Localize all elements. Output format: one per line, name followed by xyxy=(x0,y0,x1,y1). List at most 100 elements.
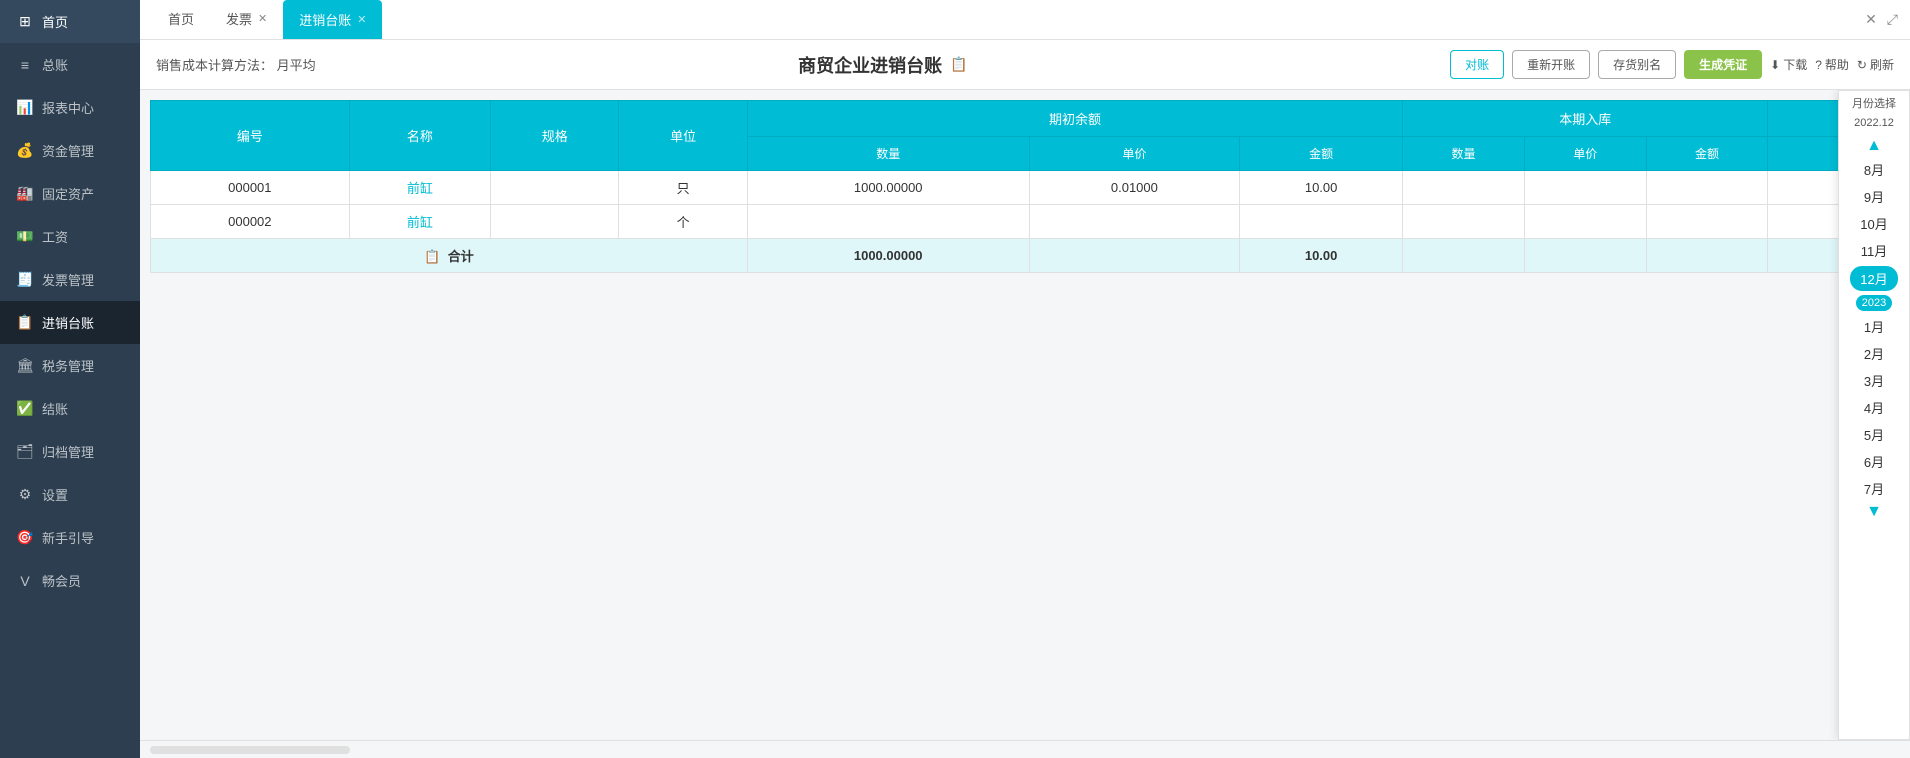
month-item-10[interactable]: 10月 xyxy=(1839,210,1909,237)
cell-ob-price: 0.01000 xyxy=(1029,171,1240,205)
total-ob-qty: 1000.00000 xyxy=(747,239,1029,273)
total-ob-amount: 10.00 xyxy=(1240,239,1403,273)
sidebar-item-label: 工资 xyxy=(42,227,68,246)
purchase-sales-icon: 📋 xyxy=(16,314,34,331)
table-row: 000001 前缸 只 1000.00000 0.01000 10.00 xyxy=(151,171,1900,205)
total-label: 📋 合计 xyxy=(151,239,748,273)
cell-ob-qty xyxy=(747,205,1029,239)
archive-icon: 🗂 xyxy=(16,443,34,460)
scrollbar-area xyxy=(140,740,1910,758)
sidebar-item-home[interactable]: ⊞ 首页 xyxy=(0,0,140,43)
month-item-2[interactable]: 2月 xyxy=(1839,340,1909,367)
page-title-icon[interactable]: 📋 xyxy=(950,56,967,73)
sidebar-item-settings[interactable]: ⚙ 设置 xyxy=(0,473,140,516)
sidebar-item-label: 归档管理 xyxy=(42,442,94,461)
sidebar-item-label: 设置 xyxy=(42,485,68,504)
tab-invoice[interactable]: 发票 ✕ xyxy=(210,0,283,39)
col-header-name: 名称 xyxy=(349,101,490,171)
month-item-12[interactable]: 12月 xyxy=(1850,266,1897,291)
col-sub-ob-qty: 数量 xyxy=(747,137,1029,171)
month-nav-up[interactable]: ▲ xyxy=(1864,136,1884,156)
membership-icon: V xyxy=(16,573,34,589)
assets-icon: 🏭 xyxy=(16,185,34,202)
cell-ob-price xyxy=(1029,205,1240,239)
cell-code: 000002 xyxy=(151,205,350,239)
salary-icon: 💵 xyxy=(16,228,34,245)
main-content: 首页 发票 ✕ 进销台账 ✕ ✕ ⤢ 销售成本计算方法： 月平均 商贸企业进销台… xyxy=(140,0,1910,758)
table-wrapper: 编号 名称 规格 单位 期初余额 本期入库 数量 单价 金额 数量 xyxy=(140,90,1910,740)
col-sub-ob-price: 单价 xyxy=(1029,137,1240,171)
col-header-code: 编号 xyxy=(151,101,350,171)
settings-icon: ⚙ xyxy=(16,486,34,503)
save-alias-button[interactable]: 存货别名 xyxy=(1598,50,1676,79)
cell-unit: 个 xyxy=(619,205,747,239)
cost-method-value: 月平均 xyxy=(277,58,316,73)
cell-name[interactable]: 前缸 xyxy=(349,171,490,205)
sidebar-item-closing[interactable]: ✅ 结账 xyxy=(0,387,140,430)
tab-invoice-close[interactable]: ✕ xyxy=(258,12,267,25)
generate-voucher-button[interactable]: 生成凭证 xyxy=(1684,50,1762,79)
cell-ob-amount: 10.00 xyxy=(1240,171,1403,205)
sidebar-item-fund-management[interactable]: 💰 资金管理 xyxy=(0,129,140,172)
total-ci-amount xyxy=(1646,239,1768,273)
cell-name[interactable]: 前缸 xyxy=(349,205,490,239)
sidebar-item-archive-management[interactable]: 🗂 归档管理 xyxy=(0,430,140,473)
page-title-area: 商贸企业进销台账 📋 xyxy=(798,52,967,78)
sidebar-item-salary[interactable]: 💵 工资 xyxy=(0,215,140,258)
cell-ci-price xyxy=(1524,171,1646,205)
month-item-8[interactable]: 8月 xyxy=(1839,156,1909,183)
cost-method: 销售成本计算方法： 月平均 xyxy=(156,55,316,74)
window-maximize-button[interactable]: ⤢ xyxy=(1887,11,1898,28)
tab-purchase-sales-ledger[interactable]: 进销台账 ✕ xyxy=(283,0,382,39)
invoice-icon: 🧾 xyxy=(16,271,34,288)
window-close-button[interactable]: ✕ xyxy=(1865,11,1877,28)
sidebar-item-general-ledger[interactable]: ≡ 总账 xyxy=(0,43,140,86)
col-sub-ob-amount: 金额 xyxy=(1240,137,1403,171)
sidebar-item-purchase-sales[interactable]: 📋 进销台账 xyxy=(0,301,140,344)
toolbar: 对账 重新开账 存货别名 生成凭证 ⬇ 下载 ? 帮助 ↻ 刷新 xyxy=(1450,50,1894,79)
total-row: 📋 合计 1000.00000 10.00 xyxy=(151,239,1900,273)
month-item-7[interactable]: 7月 xyxy=(1839,475,1909,502)
ledger-icon: ≡ xyxy=(16,57,34,73)
month-item-1[interactable]: 1月 xyxy=(1839,313,1909,340)
refresh-button[interactable]: ↻ 刷新 xyxy=(1857,56,1894,73)
cell-ci-qty xyxy=(1403,171,1525,205)
reconcile-button[interactable]: 对账 xyxy=(1450,50,1504,79)
cell-unit: 只 xyxy=(619,171,747,205)
sidebar-item-report-center[interactable]: 📊 报表中心 xyxy=(0,86,140,129)
download-button[interactable]: ⬇ 下载 xyxy=(1770,56,1807,73)
sidebar-item-tax-management[interactable]: 🏛 税务管理 xyxy=(0,344,140,387)
month-item-4[interactable]: 4月 xyxy=(1839,394,1909,421)
horizontal-scrollbar[interactable] xyxy=(150,746,350,754)
sidebar-item-fixed-assets[interactable]: 🏭 固定资产 xyxy=(0,172,140,215)
cost-method-label: 销售成本计算方法： xyxy=(156,58,273,73)
month-item-3[interactable]: 3月 xyxy=(1839,367,1909,394)
sidebar-item-label: 报表中心 xyxy=(42,98,94,117)
month-panel-year: 2022.12 xyxy=(1850,116,1898,131)
month-item-5[interactable]: 5月 xyxy=(1839,421,1909,448)
year-2023-badge: 2023 xyxy=(1856,295,1892,311)
sidebar-item-label: 新手引导 xyxy=(42,528,94,547)
month-nav-down[interactable]: ▼ xyxy=(1864,502,1884,522)
month-item-9[interactable]: 9月 xyxy=(1839,183,1909,210)
month-panel: 月份选择 2022.12 ▲ 8月 9月 10月 11月 12月 2023 1月… xyxy=(1838,90,1910,740)
help-button[interactable]: ? 帮助 xyxy=(1815,56,1849,73)
month-item-6[interactable]: 6月 xyxy=(1839,448,1909,475)
sidebar-item-membership[interactable]: V 畅会员 xyxy=(0,559,140,602)
reopen-button[interactable]: 重新开账 xyxy=(1512,50,1590,79)
sidebar-item-label: 固定资产 xyxy=(42,184,94,203)
total-ci-qty xyxy=(1403,239,1525,273)
col-sub-ci-price: 单价 xyxy=(1524,137,1646,171)
tab-purchase-sales-close[interactable]: ✕ xyxy=(357,13,366,26)
month-item-11[interactable]: 11月 xyxy=(1839,237,1909,264)
tab-home[interactable]: 首页 xyxy=(152,0,210,39)
month-panel-title: 月份选择 xyxy=(1848,97,1900,112)
table-row: 000002 前缸 个 xyxy=(151,205,1900,239)
cell-ci-qty xyxy=(1403,205,1525,239)
content-area: 销售成本计算方法： 月平均 商贸企业进销台账 📋 对账 重新开账 存货别名 生成… xyxy=(140,40,1910,758)
sidebar-item-invoice-management[interactable]: 🧾 发票管理 xyxy=(0,258,140,301)
col-header-unit: 单位 xyxy=(619,101,747,171)
sidebar-item-new-guide[interactable]: 🎯 新手引导 xyxy=(0,516,140,559)
sidebar-item-label: 资金管理 xyxy=(42,141,94,160)
cell-spec xyxy=(491,205,619,239)
